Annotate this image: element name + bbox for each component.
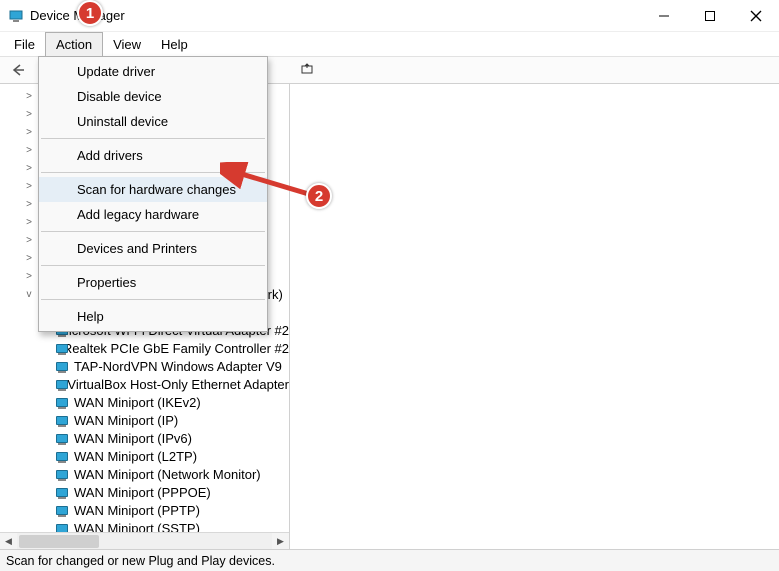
action-dropdown: Update driver Disable device Uninstall d… — [38, 56, 268, 332]
device-label: WAN Miniport (PPTP) — [74, 502, 200, 520]
horizontal-scrollbar[interactable]: ◀ ▶ — [0, 532, 289, 549]
menu-disable-device[interactable]: Disable device — [39, 84, 267, 109]
menu-devices-printers[interactable]: Devices and Printers — [39, 236, 267, 261]
chevron-right-icon[interactable]: > — [22, 106, 36, 124]
menu-action[interactable]: Action — [45, 32, 103, 56]
device-label: WAN Miniport (L2TP) — [74, 448, 197, 466]
device-label: WAN Miniport (Network Monitor) — [74, 466, 261, 484]
chevron-right-icon[interactable]: > — [22, 214, 36, 232]
device-item[interactable]: WAN Miniport (IP) — [4, 412, 289, 430]
detail-pane — [290, 84, 779, 549]
menu-help-item[interactable]: Help — [39, 304, 267, 329]
menu-help[interactable]: Help — [151, 32, 198, 56]
network-adapter-icon — [54, 378, 63, 392]
app-icon — [8, 8, 24, 24]
annotation-badge-2: 2 — [306, 183, 332, 209]
network-adapter-icon — [54, 396, 70, 410]
device-label: WAN Miniport (IP) — [74, 412, 178, 430]
network-adapter-icon — [54, 414, 70, 428]
device-item[interactable]: Realtek PCIe GbE Family Controller #2 — [4, 340, 289, 358]
scan-hardware-icon[interactable] — [295, 59, 319, 81]
network-adapter-icon — [54, 342, 59, 356]
chevron-right-icon[interactable]: > — [22, 232, 36, 250]
network-adapter-icon — [54, 432, 70, 446]
menu-view[interactable]: View — [103, 32, 151, 56]
status-text: Scan for changed or new Plug and Play de… — [6, 554, 275, 568]
network-adapter-icon — [54, 486, 70, 500]
scroll-thumb[interactable] — [19, 535, 99, 548]
device-label: Realtek PCIe GbE Family Controller #2 — [63, 340, 289, 358]
chevron-right-icon[interactable]: > — [22, 250, 36, 268]
menu-properties[interactable]: Properties — [39, 270, 267, 295]
network-adapter-icon — [54, 504, 70, 518]
statusbar: Scan for changed or new Plug and Play de… — [0, 549, 779, 571]
device-label: TAP-NordVPN Windows Adapter V9 — [74, 358, 282, 376]
chevron-right-icon[interactable]: > — [22, 268, 36, 286]
close-button[interactable] — [733, 0, 779, 31]
chevron-right-icon[interactable]: > — [22, 196, 36, 214]
separator — [41, 138, 265, 139]
menu-scan-hardware[interactable]: Scan for hardware changes — [39, 177, 267, 202]
device-label: WAN Miniport (IKEv2) — [74, 394, 201, 412]
device-item[interactable]: TAP-NordVPN Windows Adapter V9 — [4, 358, 289, 376]
device-item[interactable]: WAN Miniport (L2TP) — [4, 448, 289, 466]
back-button[interactable] — [6, 59, 30, 81]
separator — [41, 299, 265, 300]
network-adapter-icon — [54, 360, 70, 374]
chevron-right-icon[interactable]: > — [22, 160, 36, 178]
separator — [41, 172, 265, 173]
device-item[interactable]: WAN Miniport (Network Monitor) — [4, 466, 289, 484]
scroll-left-arrow[interactable]: ◀ — [0, 533, 17, 549]
network-adapter-icon — [54, 450, 70, 464]
scroll-right-arrow[interactable]: ▶ — [272, 533, 289, 549]
menu-uninstall-device[interactable]: Uninstall device — [39, 109, 267, 134]
menu-add-legacy[interactable]: Add legacy hardware — [39, 202, 267, 227]
chevron-right-icon[interactable]: > — [22, 142, 36, 160]
device-item[interactable]: WAN Miniport (IKEv2) — [4, 394, 289, 412]
menu-add-drivers[interactable]: Add drivers — [39, 143, 267, 168]
chevron-right-icon[interactable]: > — [22, 88, 36, 106]
annotation-badge-1: 1 — [77, 0, 103, 26]
chevron-right-icon[interactable]: > — [22, 178, 36, 196]
network-adapter-icon — [54, 468, 70, 482]
maximize-button[interactable] — [687, 0, 733, 31]
chevron-right-icon[interactable]: > — [22, 124, 36, 142]
separator — [41, 265, 265, 266]
device-item[interactable]: WAN Miniport (IPv6) — [4, 430, 289, 448]
menu-update-driver[interactable]: Update driver — [39, 59, 267, 84]
device-item[interactable]: WAN Miniport (PPPOE) — [4, 484, 289, 502]
titlebar[interactable]: Device Manager — [0, 0, 779, 32]
device-label: WAN Miniport (IPv6) — [74, 430, 192, 448]
chevron-down-icon[interactable]: v — [22, 286, 36, 304]
device-label: VirtualBox Host-Only Ethernet Adapter — [67, 376, 289, 394]
device-item[interactable]: VirtualBox Host-Only Ethernet Adapter — [4, 376, 289, 394]
minimize-button[interactable] — [641, 0, 687, 31]
device-item[interactable]: WAN Miniport (PPTP) — [4, 502, 289, 520]
device-label: WAN Miniport (PPPOE) — [74, 484, 211, 502]
menu-file[interactable]: File — [4, 32, 45, 56]
separator — [41, 231, 265, 232]
menubar: File Action View Help — [0, 32, 779, 56]
